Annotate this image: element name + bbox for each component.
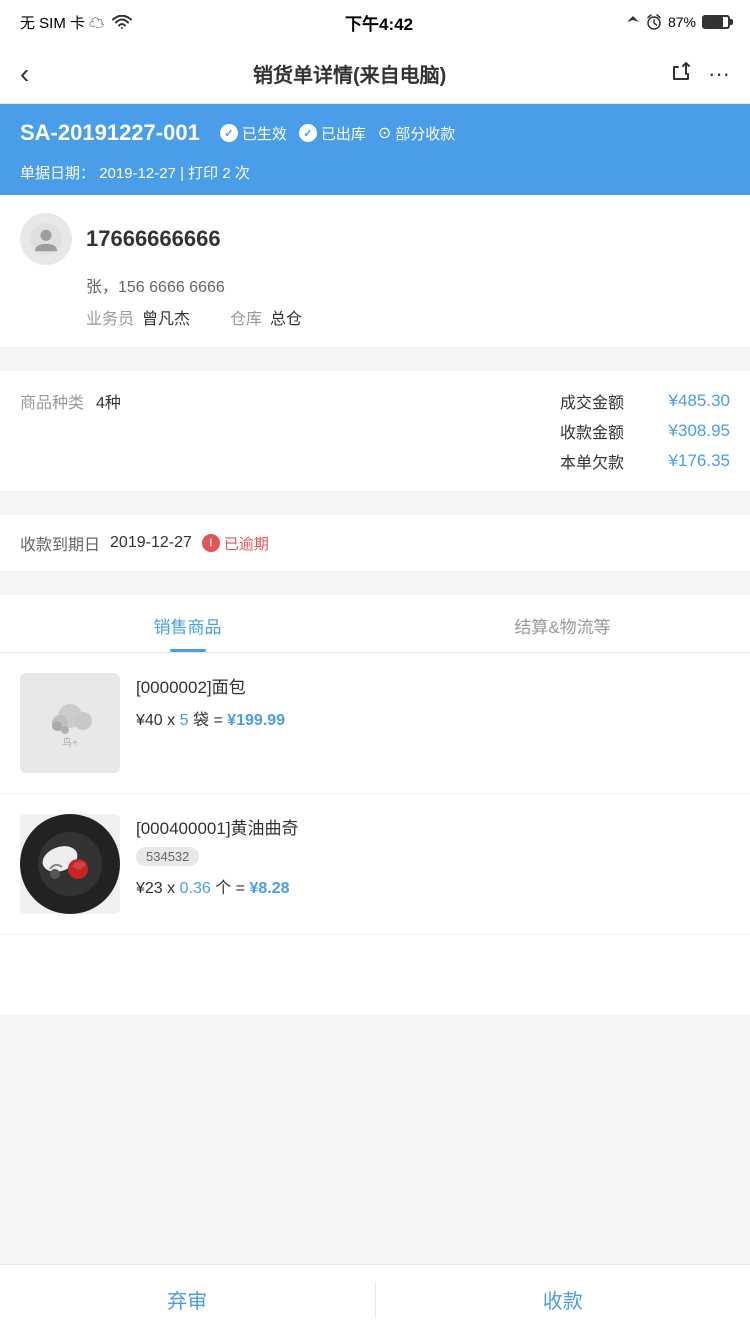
nav-bar: ‹ 销货单详情(来自电脑) ··· — [0, 44, 750, 104]
status-tag-shipped: ✓ 已出库 — [299, 123, 366, 144]
deal-amount-label: 成交金额 — [560, 389, 624, 413]
product-name-1: [0000002]面包 — [136, 673, 730, 698]
divider-2 — [0, 491, 750, 503]
back-button[interactable]: ‹ — [20, 58, 29, 90]
clock-icon: ⊙ — [378, 123, 391, 143]
product-thumb-2 — [20, 814, 120, 914]
payment-value: ¥308.95 — [640, 421, 730, 441]
payment-row: 收款金额 ¥308.95 — [560, 419, 730, 443]
salesperson-value: 曾凡杰 — [142, 305, 190, 329]
payment-label: 收款金额 — [560, 419, 624, 443]
status-right: 87% — [626, 14, 730, 30]
due-date: 2019-12-27 — [110, 534, 192, 552]
stats-right: 成交金额 ¥485.30 收款金额 ¥308.95 本单欠款 ¥176.35 — [560, 389, 730, 473]
tabs-section: 销售商品 结算&物流等 — [0, 595, 750, 653]
due-section: 收款到期日 2019-12-27 ! 已逾期 — [0, 515, 750, 571]
customer-phone: 17666666666 — [86, 226, 221, 252]
debt-value: ¥176.35 — [640, 451, 730, 471]
deal-amount-row: 成交金额 ¥485.30 — [560, 389, 730, 413]
check-icon-2: ✓ — [299, 124, 317, 142]
confirm-button[interactable]: 收款 — [376, 1271, 750, 1328]
sim-label: 无 SIM 卡 ☁ — [20, 12, 104, 33]
status-shipped-label: 已出库 — [321, 123, 366, 144]
nav-left: ‹ — [20, 58, 29, 90]
product-price-1: ¥40 x 5 袋 = ¥199.99 — [136, 706, 730, 730]
tab-settlement-label: 结算&物流等 — [514, 618, 610, 637]
date-info: 单据日期： 2019-12-27 | 打印 2 次 — [20, 162, 730, 183]
tab-sales-goods-label: 销售商品 — [154, 618, 222, 637]
overdue-icon: ! — [202, 534, 220, 552]
product-title-2: 黄油曲奇 — [231, 819, 299, 838]
divider-3 — [0, 571, 750, 583]
divider-1 — [0, 347, 750, 359]
alarm-icon — [646, 14, 662, 30]
product-badge-2: 534532 — [136, 847, 199, 866]
warehouse-item: 仓库 总仓 — [230, 305, 302, 329]
status-tag-partial: ⊙ 部分收款 — [378, 123, 455, 144]
product-item-2: [000400001]黄油曲奇 534532 ¥23 x 0.36 个 = ¥8… — [0, 794, 750, 935]
bottom-spacer — [0, 935, 750, 1015]
nav-right: ··· — [670, 60, 730, 88]
products-section: 鸟+ [0000002]面包 ¥40 x 5 袋 = ¥199.99 — [0, 653, 750, 1015]
wifi-icon — [112, 15, 132, 29]
check-icon-1: ✓ — [220, 124, 238, 142]
header-banner: SA-20191227-001 ✓ 已生效 ✓ 已出库 ⊙ 部分收款 单据日期：… — [0, 104, 750, 195]
nav-title: 销货单详情(来自电脑) — [253, 59, 446, 88]
stats-row: 商品种类 4种 成交金额 ¥485.30 收款金额 ¥308.95 本单欠款 ¥… — [20, 389, 730, 473]
battery-icon — [702, 15, 730, 29]
tab-settlement[interactable]: 结算&物流等 — [375, 595, 750, 652]
svg-text:鸟+: 鸟+ — [62, 736, 78, 749]
customer-row: 17666666666 — [20, 213, 730, 265]
product-info-1: [0000002]面包 ¥40 x 5 袋 = ¥199.99 — [136, 673, 730, 730]
overdue-text: 已逾期 — [224, 533, 269, 554]
goods-count: 4种 — [96, 389, 121, 413]
overdue-badge: ! 已逾期 — [202, 533, 269, 554]
product-title-1: 面包 — [212, 678, 246, 697]
order-id: SA-20191227-001 — [20, 120, 200, 146]
status-bar: 无 SIM 卡 ☁ 下午4:42 87% — [0, 0, 750, 44]
debt-label: 本单欠款 — [560, 449, 624, 473]
location-icon — [626, 15, 640, 29]
warehouse-label: 仓库 — [230, 305, 262, 329]
more-button[interactable]: ··· — [708, 61, 730, 87]
product-id-2: [000400001] — [136, 819, 231, 838]
product-thumb-1: 鸟+ — [20, 673, 120, 773]
status-active-label: 已生效 — [242, 123, 287, 144]
customer-meta: 业务员 曾凡杰 仓库 总仓 — [20, 305, 730, 329]
status-tag-active: ✓ 已生效 — [220, 123, 287, 144]
status-time: 下午4:42 — [345, 10, 413, 35]
bottom-bar: 弃审 收款 — [0, 1264, 750, 1334]
customer-section: 17666666666 张，156 6666 6666 业务员 曾凡杰 仓库 总… — [0, 195, 750, 347]
battery-percent: 87% — [668, 14, 696, 30]
product-id-1: [0000002] — [136, 678, 212, 697]
cancel-button[interactable]: 弃审 — [0, 1271, 375, 1328]
tab-sales-goods[interactable]: 销售商品 — [0, 595, 375, 652]
product-price-2: ¥23 x 0.36 个 = ¥8.28 — [136, 874, 730, 898]
debt-row: 本单欠款 ¥176.35 — [560, 449, 730, 473]
print-info: | 打印 2 次 — [180, 165, 250, 182]
product-item-1: 鸟+ [0000002]面包 ¥40 x 5 袋 = ¥199.99 — [0, 653, 750, 794]
share-button[interactable] — [670, 60, 692, 88]
salesperson-item: 业务员 曾凡杰 — [86, 305, 190, 329]
product-name-2: [000400001]黄油曲奇 — [136, 814, 730, 839]
deal-amount-value: ¥485.30 — [640, 391, 730, 411]
status-left: 无 SIM 卡 ☁ — [20, 12, 132, 33]
goods-type-label: 商品种类 — [20, 389, 84, 413]
stats-left: 商品种类 4种 — [20, 389, 121, 413]
status-partial-label: 部分收款 — [395, 123, 455, 144]
salesperson-label: 业务员 — [86, 305, 134, 329]
product-info-2: [000400001]黄油曲奇 534532 ¥23 x 0.36 个 = ¥8… — [136, 814, 730, 898]
date-label: 单据日期： — [20, 165, 95, 182]
customer-avatar — [20, 213, 72, 265]
warehouse-value: 总仓 — [270, 305, 302, 329]
due-label: 收款到期日 — [20, 531, 100, 555]
customer-name: 张，156 6666 6666 — [20, 273, 730, 297]
stats-section: 商品种类 4种 成交金额 ¥485.30 收款金额 ¥308.95 本单欠款 ¥… — [0, 371, 750, 491]
order-date: 2019-12-27 — [99, 165, 176, 182]
status-tags: ✓ 已生效 ✓ 已出库 ⊙ 部分收款 — [220, 123, 455, 144]
